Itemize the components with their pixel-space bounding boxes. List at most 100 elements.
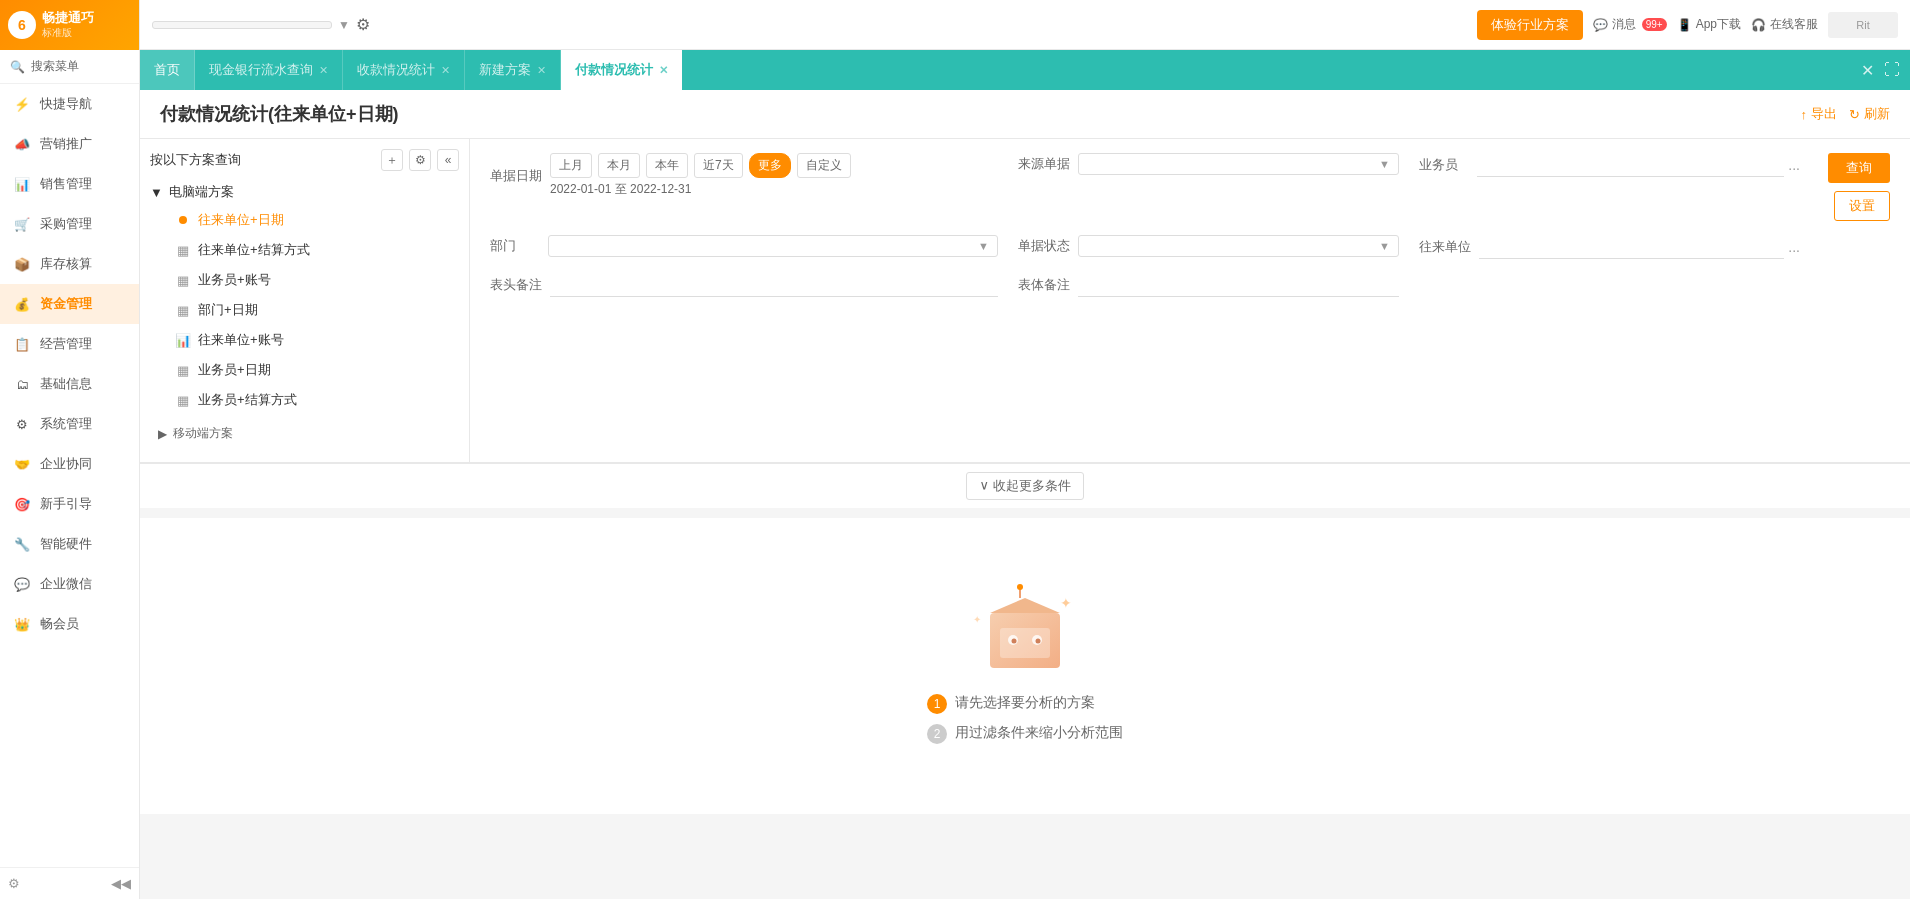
search-menu[interactable]: 🔍 搜索菜单 (0, 50, 139, 84)
salesman-dots-btn[interactable]: ... (1788, 157, 1800, 173)
tab-new-scheme-close[interactable]: ✕ (537, 64, 546, 77)
sidebar-item-operation[interactable]: 📋 经营管理 (0, 324, 139, 364)
sidebar-item-guide[interactable]: 🎯 新手引导 (0, 484, 139, 524)
vendor-input[interactable] (1479, 235, 1784, 259)
app-download-label: App下载 (1696, 16, 1741, 33)
message-btn[interactable]: 💬 消息 99+ (1593, 16, 1667, 33)
tabs-right-actions: ✕ ⛶ (1851, 50, 1910, 90)
tab-receivable-stats-close[interactable]: ✕ (441, 64, 450, 77)
date-btn-7days[interactable]: 近7天 (694, 153, 743, 178)
tab-fullscreen-icon[interactable]: ⛶ (1884, 61, 1900, 79)
filter-field-table-body-note: 表体备注 (1018, 273, 1399, 297)
sidebar-header: 6 畅捷通巧 标准版 (0, 0, 139, 50)
tab-payment-stats[interactable]: 付款情况统计 ✕ (561, 50, 682, 90)
scheme-item-active-icon (174, 211, 192, 229)
sidebar-item-basic[interactable]: 🗂 基础信息 (0, 364, 139, 404)
wechat-icon: 💬 (12, 574, 32, 594)
tab-payment-stats-close[interactable]: ✕ (659, 64, 668, 77)
collapse-more-btn[interactable]: ∧ 收起更多条件 (966, 472, 1084, 500)
collapse-sidebar-icon[interactable]: ◀◀ (111, 876, 131, 891)
address-bar[interactable] (152, 21, 332, 29)
date-btn-more[interactable]: 更多 (749, 153, 791, 178)
table-body-note-input[interactable] (1078, 273, 1399, 297)
sidebar-item-marketing[interactable]: 📣 营销推广 (0, 124, 139, 164)
scheme-item-salesman-settle[interactable]: ▦ 业务员+结算方式 (150, 385, 459, 415)
quick-nav-icon: ⚡ (12, 94, 32, 114)
settings-bottom-icon[interactable]: ⚙ (8, 876, 20, 891)
scheme-group-mobile-header[interactable]: ▶ 移动端方案 (150, 421, 459, 446)
online-service-btn[interactable]: 🎧 在线客服 (1751, 16, 1818, 33)
sidebar-item-system[interactable]: ⚙ 系统管理 (0, 404, 139, 444)
tab-home[interactable]: 首页 (140, 50, 195, 90)
sidebar-item-purchase[interactable]: 🛒 采购管理 (0, 204, 139, 244)
source-doc-control: ▼ (1078, 153, 1399, 175)
filter-field-dept: 部门 ▼ (490, 235, 998, 257)
tab-close-all-icon[interactable]: ✕ (1861, 61, 1874, 80)
source-doc-label: 来源单据 (1018, 155, 1070, 173)
collapse-scheme-btn[interactable]: « (437, 149, 459, 171)
topbar-settings-icon[interactable]: ⚙ (356, 15, 370, 34)
sidebar-item-enterprise[interactable]: 🤝 企业协同 (0, 444, 139, 484)
table-header-note-control (550, 273, 998, 297)
add-scheme-btn[interactable]: ＋ (381, 149, 403, 171)
sidebar-item-label: 企业协同 (40, 455, 92, 473)
sidebar-item-capital[interactable]: 💰 资金管理 (0, 284, 139, 324)
date-btn-this-month[interactable]: 本月 (598, 153, 640, 178)
dept-select[interactable]: ▼ (548, 235, 998, 257)
industry-btn[interactable]: 体验行业方案 (1477, 10, 1583, 40)
vendor-dots-btn[interactable]: ... (1788, 239, 1800, 255)
table-header-note-label: 表头备注 (490, 276, 542, 294)
scheme-group-arrow: ▼ (150, 185, 163, 200)
source-doc-select[interactable]: ▼ (1078, 153, 1399, 175)
sidebar-item-sales[interactable]: 📊 销售管理 (0, 164, 139, 204)
refresh-btn[interactable]: ↻ 刷新 (1849, 105, 1890, 123)
vendor-control: ... (1479, 235, 1800, 259)
salesman-input[interactable] (1477, 153, 1784, 177)
sidebar-item-wechat[interactable]: 💬 企业微信 (0, 564, 139, 604)
scheme-item-vendor-date[interactable]: 往来单位+日期 (150, 205, 459, 235)
scheme-item-vendor-settle[interactable]: ▦ 往来单位+结算方式 (150, 235, 459, 265)
sales-icon: 📊 (12, 174, 32, 194)
date-btn-last-month[interactable]: 上月 (550, 153, 592, 178)
topbar-address: ▼ ⚙ (152, 15, 1467, 34)
filter-actions: 查询 设置 (1820, 153, 1890, 221)
tab-receivable-stats[interactable]: 收款情况统计 ✕ (343, 50, 465, 90)
app-download-btn[interactable]: 📱 App下载 (1677, 16, 1741, 33)
sidebar-item-label: 资金管理 (40, 295, 92, 313)
filter-row-3: 表头备注 表体备注 (490, 273, 1890, 297)
doc-status-select[interactable]: ▼ (1078, 235, 1399, 257)
sidebar-item-member[interactable]: 👑 畅会员 (0, 604, 139, 644)
sidebar-item-label: 基础信息 (40, 375, 92, 393)
scheme-item-dept-date[interactable]: ▦ 部门+日期 (150, 295, 459, 325)
filter-row-2: 部门 ▼ 单据状态 ▼ (490, 235, 1890, 259)
export-btn[interactable]: ↑ 导出 (1801, 105, 1838, 123)
basic-icon: 🗂 (12, 374, 32, 394)
address-dropdown-icon[interactable]: ▼ (338, 18, 350, 32)
scheme-group-desktop-header[interactable]: ▼ 电脑端方案 (150, 179, 459, 205)
filter-settings-btn[interactable]: 设置 (1834, 191, 1890, 221)
filter-field-salesman: 业务员 ... (1419, 153, 1800, 177)
step-2-num: 2 (927, 724, 947, 744)
refresh-label: 刷新 (1864, 105, 1890, 123)
tab-new-scheme[interactable]: 新建方案 ✕ (465, 50, 561, 90)
sidebar-item-hardware[interactable]: 🔧 智能硬件 (0, 524, 139, 564)
tab-bank-flow[interactable]: 现金银行流水查询 ✕ (195, 50, 343, 90)
date-btn-this-year[interactable]: 本年 (646, 153, 688, 178)
empty-step-2: 2 用过滤条件来缩小分析范围 (927, 724, 1123, 744)
filter-field-doc-status: 单据状态 ▼ (1018, 235, 1399, 257)
settings-scheme-btn[interactable]: ⚙ (409, 149, 431, 171)
scheme-item-vendor-account[interactable]: 📊 往来单位+账号 (150, 325, 459, 355)
table-header-note-input[interactable] (550, 273, 998, 297)
query-btn[interactable]: 查询 (1828, 153, 1890, 183)
user-avatar[interactable]: Rit (1828, 12, 1898, 38)
tab-bank-flow-close[interactable]: ✕ (319, 64, 328, 77)
sidebar-item-inventory[interactable]: 📦 库存核算 (0, 244, 139, 284)
scheme-item-salesman-date[interactable]: ▦ 业务员+日期 (150, 355, 459, 385)
date-btn-custom[interactable]: 自定义 (797, 153, 851, 178)
scheme-item-label: 业务员+日期 (198, 361, 271, 379)
sidebar-item-quick-nav[interactable]: ⚡ 快捷导航 (0, 84, 139, 124)
svg-text:✦: ✦ (1060, 595, 1072, 611)
scheme-item-salesman-account[interactable]: ▦ 业务员+账号 (150, 265, 459, 295)
sidebar-item-label: 库存核算 (40, 255, 92, 273)
scheme-item-label: 往来单位+账号 (198, 331, 284, 349)
